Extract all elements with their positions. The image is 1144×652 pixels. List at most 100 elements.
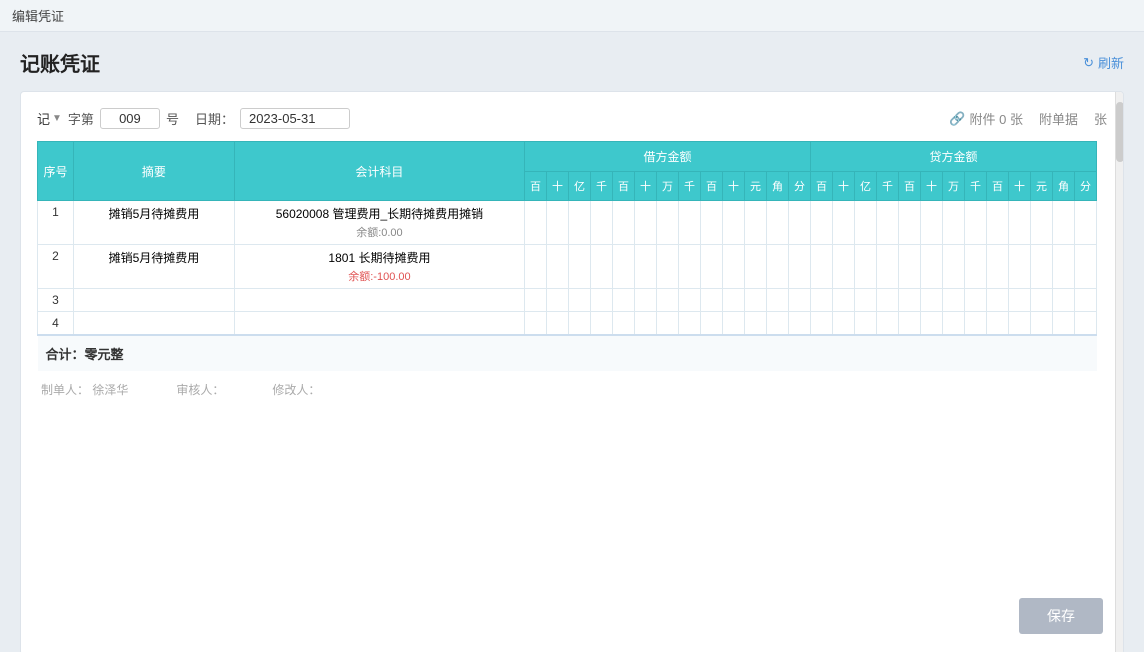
row-debit-11[interactable] bbox=[767, 289, 789, 312]
row-credit-0[interactable] bbox=[811, 289, 833, 312]
row-debit-1[interactable] bbox=[547, 245, 569, 289]
row-credit-10[interactable] bbox=[1031, 312, 1053, 336]
row-debit-9[interactable] bbox=[723, 289, 745, 312]
row-credit-9[interactable] bbox=[1009, 312, 1031, 336]
row-debit-6[interactable] bbox=[657, 312, 679, 336]
row-debit-10[interactable] bbox=[745, 245, 767, 289]
row-debit-12[interactable] bbox=[789, 245, 811, 289]
row-debit-0[interactable] bbox=[525, 201, 547, 245]
row-debit-0[interactable] bbox=[525, 245, 547, 289]
row-debit-2[interactable] bbox=[569, 201, 591, 245]
row-credit-1[interactable] bbox=[833, 289, 855, 312]
row-debit-12[interactable] bbox=[789, 289, 811, 312]
row-debit-1[interactable] bbox=[547, 201, 569, 245]
row-subject[interactable]: 1801 长期待摊费用余额:-100.00 bbox=[234, 245, 524, 289]
row-credit-10[interactable] bbox=[1031, 289, 1053, 312]
row-debit-7[interactable] bbox=[679, 289, 701, 312]
row-debit-4[interactable] bbox=[613, 201, 635, 245]
row-debit-2[interactable] bbox=[569, 289, 591, 312]
row-credit-7[interactable] bbox=[965, 201, 987, 245]
row-credit-7[interactable] bbox=[965, 312, 987, 336]
row-debit-6[interactable] bbox=[657, 289, 679, 312]
row-credit-6[interactable] bbox=[943, 245, 965, 289]
row-debit-2[interactable] bbox=[569, 312, 591, 336]
save-button[interactable]: 保存 bbox=[1019, 598, 1103, 634]
table-row[interactable]: 1摊销5月待摊费用56020008 管理费用_长期待摊费用摊销余额:0.00 bbox=[38, 201, 1097, 245]
table-row[interactable]: 3 bbox=[38, 289, 1097, 312]
row-credit-3[interactable] bbox=[877, 201, 899, 245]
row-debit-7[interactable] bbox=[679, 245, 701, 289]
row-debit-4[interactable] bbox=[613, 312, 635, 336]
row-debit-7[interactable] bbox=[679, 201, 701, 245]
row-credit-7[interactable] bbox=[965, 289, 987, 312]
row-credit-12[interactable] bbox=[1075, 312, 1097, 336]
attach-link[interactable]: 🔗 附件 0 张 bbox=[949, 109, 1023, 128]
row-debit-4[interactable] bbox=[613, 245, 635, 289]
row-credit-0[interactable] bbox=[811, 245, 833, 289]
row-credit-5[interactable] bbox=[921, 245, 943, 289]
type-select[interactable]: 记 ▼ bbox=[37, 109, 62, 128]
row-credit-9[interactable] bbox=[1009, 201, 1031, 245]
row-credit-7[interactable] bbox=[965, 245, 987, 289]
row-credit-4[interactable] bbox=[899, 312, 921, 336]
row-debit-3[interactable] bbox=[591, 245, 613, 289]
row-debit-1[interactable] bbox=[547, 312, 569, 336]
row-debit-10[interactable] bbox=[745, 201, 767, 245]
row-credit-2[interactable] bbox=[855, 312, 877, 336]
row-debit-11[interactable] bbox=[767, 312, 789, 336]
row-credit-2[interactable] bbox=[855, 289, 877, 312]
row-credit-4[interactable] bbox=[899, 289, 921, 312]
row-debit-11[interactable] bbox=[767, 201, 789, 245]
row-credit-10[interactable] bbox=[1031, 201, 1053, 245]
scrollbar-thumb[interactable] bbox=[1116, 102, 1124, 162]
row-credit-3[interactable] bbox=[877, 245, 899, 289]
row-debit-5[interactable] bbox=[635, 201, 657, 245]
row-credit-0[interactable] bbox=[811, 201, 833, 245]
row-credit-9[interactable] bbox=[1009, 245, 1031, 289]
row-credit-0[interactable] bbox=[811, 312, 833, 336]
refresh-button[interactable]: ↻ 刷新 bbox=[1083, 53, 1124, 72]
row-debit-3[interactable] bbox=[591, 201, 613, 245]
row-credit-8[interactable] bbox=[987, 201, 1009, 245]
row-credit-11[interactable] bbox=[1053, 245, 1075, 289]
row-credit-9[interactable] bbox=[1009, 289, 1031, 312]
row-credit-2[interactable] bbox=[855, 245, 877, 289]
row-debit-3[interactable] bbox=[591, 312, 613, 336]
row-credit-3[interactable] bbox=[877, 289, 899, 312]
row-subject[interactable]: 56020008 管理费用_长期待摊费用摊销余额:0.00 bbox=[234, 201, 524, 245]
row-debit-1[interactable] bbox=[547, 289, 569, 312]
scrollbar[interactable] bbox=[1115, 92, 1123, 652]
row-credit-2[interactable] bbox=[855, 201, 877, 245]
attach-sheets-button[interactable]: 附单据 bbox=[1039, 109, 1078, 128]
row-credit-5[interactable] bbox=[921, 312, 943, 336]
row-summary[interactable] bbox=[74, 312, 235, 336]
date-input[interactable] bbox=[240, 108, 350, 129]
row-credit-11[interactable] bbox=[1053, 289, 1075, 312]
row-credit-6[interactable] bbox=[943, 312, 965, 336]
row-debit-4[interactable] bbox=[613, 289, 635, 312]
row-debit-6[interactable] bbox=[657, 201, 679, 245]
row-debit-2[interactable] bbox=[569, 245, 591, 289]
row-debit-7[interactable] bbox=[679, 312, 701, 336]
row-debit-8[interactable] bbox=[701, 289, 723, 312]
row-credit-1[interactable] bbox=[833, 245, 855, 289]
row-credit-12[interactable] bbox=[1075, 289, 1097, 312]
row-credit-5[interactable] bbox=[921, 201, 943, 245]
row-debit-5[interactable] bbox=[635, 245, 657, 289]
row-debit-9[interactable] bbox=[723, 312, 745, 336]
row-debit-6[interactable] bbox=[657, 245, 679, 289]
row-subject[interactable] bbox=[234, 289, 524, 312]
row-credit-8[interactable] bbox=[987, 245, 1009, 289]
row-summary[interactable]: 摊销5月待摊费用 bbox=[74, 201, 235, 245]
row-debit-0[interactable] bbox=[525, 312, 547, 336]
row-summary[interactable] bbox=[74, 289, 235, 312]
row-credit-11[interactable] bbox=[1053, 201, 1075, 245]
row-debit-0[interactable] bbox=[525, 289, 547, 312]
row-debit-10[interactable] bbox=[745, 312, 767, 336]
table-row[interactable]: 4 bbox=[38, 312, 1097, 336]
row-debit-8[interactable] bbox=[701, 201, 723, 245]
row-credit-4[interactable] bbox=[899, 245, 921, 289]
row-debit-8[interactable] bbox=[701, 245, 723, 289]
row-credit-1[interactable] bbox=[833, 201, 855, 245]
table-row[interactable]: 2摊销5月待摊费用1801 长期待摊费用余额:-100.00 bbox=[38, 245, 1097, 289]
